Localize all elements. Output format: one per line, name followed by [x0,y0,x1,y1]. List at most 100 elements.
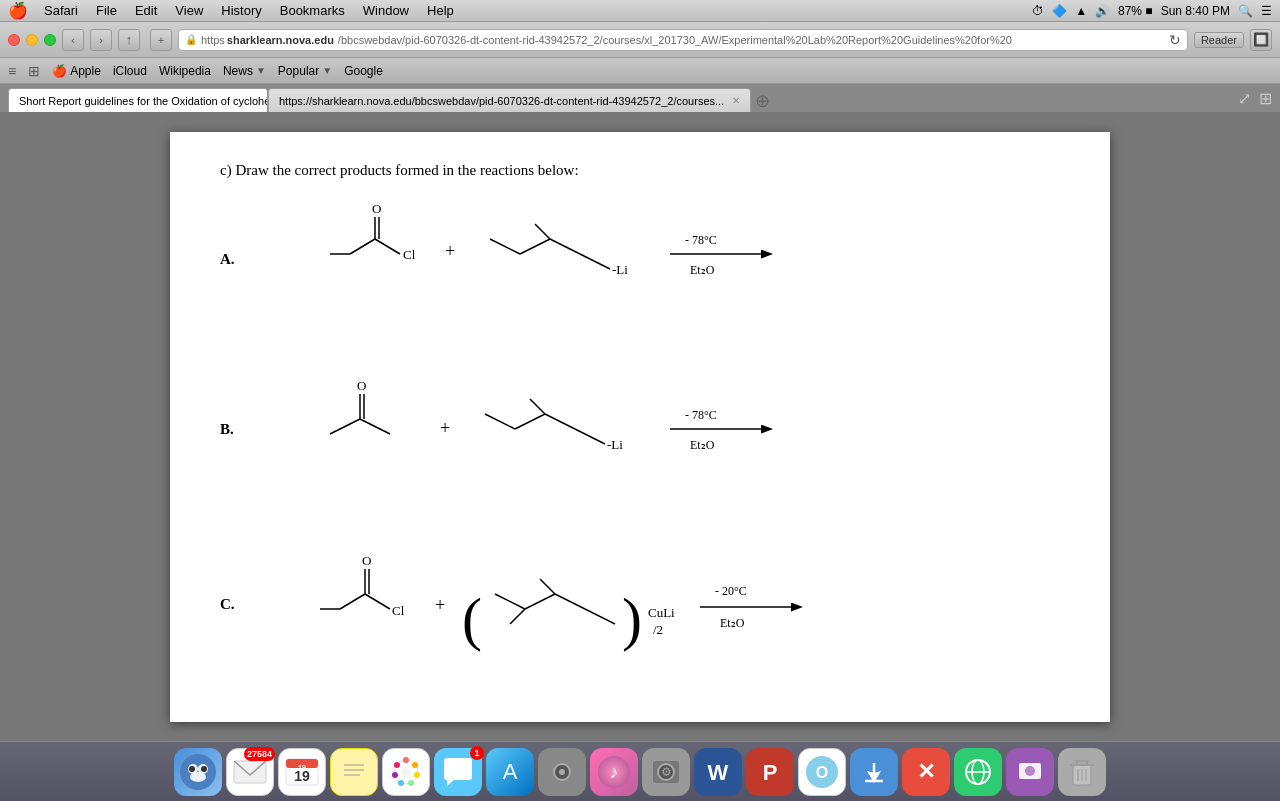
bookmark-popular-label: Popular [278,64,319,78]
popular-dropdown-icon: ▼ [322,65,332,76]
svg-point-56 [190,772,206,782]
reaction-c-svg: O Cl + ( ) CuLi [270,539,950,669]
tab-2-close[interactable]: ✕ [732,95,740,106]
svg-line-43 [555,594,585,609]
svg-line-9 [520,239,550,254]
bookmark-popular[interactable]: Popular ▼ [278,64,332,78]
close-button[interactable] [8,34,20,46]
apple-logo: 🍎 [52,64,67,78]
dock-downloads[interactable] [850,748,898,796]
menu-file[interactable]: File [88,0,125,22]
address-bar[interactable]: 🔒 https sharklearn.nova.edu /bbcswebdav/… [178,29,1188,51]
svg-text:Et₂O: Et₂O [690,438,715,452]
menu-view[interactable]: View [167,0,211,22]
dock-messages[interactable]: 1 [434,748,482,796]
svg-line-10 [550,239,580,254]
messages-badge: 1 [470,746,484,760]
reading-list-icon[interactable]: ≡ [8,63,16,79]
menu-bookmarks[interactable]: Bookmarks [272,0,353,22]
menu-bar: 🍎 Safari File Edit View History Bookmark… [0,0,1280,22]
apple-menu[interactable]: 🍎 [8,1,28,20]
dock-appstore[interactable]: A [486,748,534,796]
tab-arrange-icon[interactable]: ⤢ [1238,89,1251,108]
svg-text:Cl: Cl [392,603,405,618]
minimize-button[interactable] [26,34,38,46]
dock-word[interactable]: W [694,748,742,796]
svg-line-32 [340,594,365,609]
menu-help[interactable]: Help [419,0,462,22]
bookmark-google-label: Google [344,64,383,78]
svg-line-17 [330,419,360,434]
dock-notes[interactable] [330,748,378,796]
bookmark-news-label: News [223,64,253,78]
dock-openoffice[interactable]: O [798,748,846,796]
bookmark-google[interactable]: Google [344,64,383,78]
svg-text:O: O [816,764,828,781]
svg-rect-64 [340,756,368,788]
dock-trash[interactable] [1058,748,1106,796]
add-tab-button[interactable]: + [150,29,172,51]
tab-list-icon[interactable]: ⊞ [1259,89,1272,108]
dock-network[interactable] [954,748,1002,796]
svg-point-57 [189,766,195,772]
svg-line-11 [580,254,610,269]
svg-point-58 [201,766,207,772]
menu-edit[interactable]: Edit [127,0,165,22]
svg-text:- 20°C: - 20°C [715,584,747,598]
sidebar-toggle-icon[interactable]: ☰ [1261,4,1272,18]
menu-safari[interactable]: Safari [36,0,86,22]
extensions-button[interactable]: 🔲 [1250,29,1272,51]
tab-1[interactable]: Short Report guidelines for the Oxidatio… [8,88,268,112]
svg-point-79 [559,769,565,775]
reaction-a: A. O Cl + [220,199,1060,319]
back-button[interactable]: ‹ [62,29,84,51]
svg-text:O: O [362,553,371,568]
dock-calendar[interactable]: 19 19 [278,748,326,796]
dock-photos[interactable] [382,748,430,796]
time-machine-icon: ⏱ [1032,4,1044,18]
dock-powerpoint[interactable]: P [746,748,794,796]
svg-line-46 [540,579,555,594]
dock-photo-editor[interactable] [1006,748,1054,796]
bookmarks-bar: ≡ ⊞ 🍎 Apple iCloud Wikipedia News ▼ Popu… [0,58,1280,84]
svg-line-12 [535,224,550,239]
svg-text:⚙: ⚙ [661,765,672,779]
dock-x-app[interactable]: ✕ [902,748,950,796]
tabs-bar: Short Report guidelines for the Oxidatio… [0,84,1280,112]
tab-1-label: Short Report guidelines for the Oxidatio… [19,95,268,107]
tab-2[interactable]: https://sharklearn.nova.edu/bbcswebdav/p… [268,88,751,112]
svg-line-41 [495,594,525,609]
svg-line-4 [375,239,400,254]
search-icon[interactable]: 🔍 [1238,4,1253,18]
new-tab-button[interactable]: ⊕ [755,90,770,112]
svg-point-73 [398,780,404,786]
bookmark-icloud[interactable]: iCloud [113,64,147,78]
menu-window[interactable]: Window [355,0,417,22]
dock-itunes[interactable]: ♪ [590,748,638,796]
svg-text:+: + [435,595,445,615]
bookmark-apple[interactable]: 🍎 Apple [52,64,101,78]
dock-utilities[interactable]: ⚙ [642,748,690,796]
bookmark-wikipedia[interactable]: Wikipedia [159,64,211,78]
maximize-button[interactable] [44,34,56,46]
svg-text:19: 19 [294,768,310,784]
reader-button[interactable]: Reader [1194,32,1244,48]
dock-system-prefs[interactable] [538,748,586,796]
svg-line-42 [525,594,555,609]
svg-point-103 [1025,766,1035,776]
svg-point-75 [394,762,400,768]
svg-point-72 [408,780,414,786]
sidebar-icon[interactable]: ⊞ [28,63,40,79]
svg-line-24 [515,414,545,429]
forward-button[interactable]: › [90,29,112,51]
pdf-page: c) Draw the correct products formed in t… [170,132,1110,722]
traffic-lights [8,34,56,46]
reaction-b-svg: O + -Li [270,369,890,489]
clock: Sun 8:40 PM [1161,4,1230,18]
dock-finder[interactable] [174,748,222,796]
menu-history[interactable]: History [213,0,269,22]
dock-mail[interactable]: 27584 [226,748,274,796]
share-button[interactable]: ↑ [118,29,140,51]
reload-button[interactable]: ↻ [1169,32,1181,48]
bookmark-news[interactable]: News ▼ [223,64,266,78]
